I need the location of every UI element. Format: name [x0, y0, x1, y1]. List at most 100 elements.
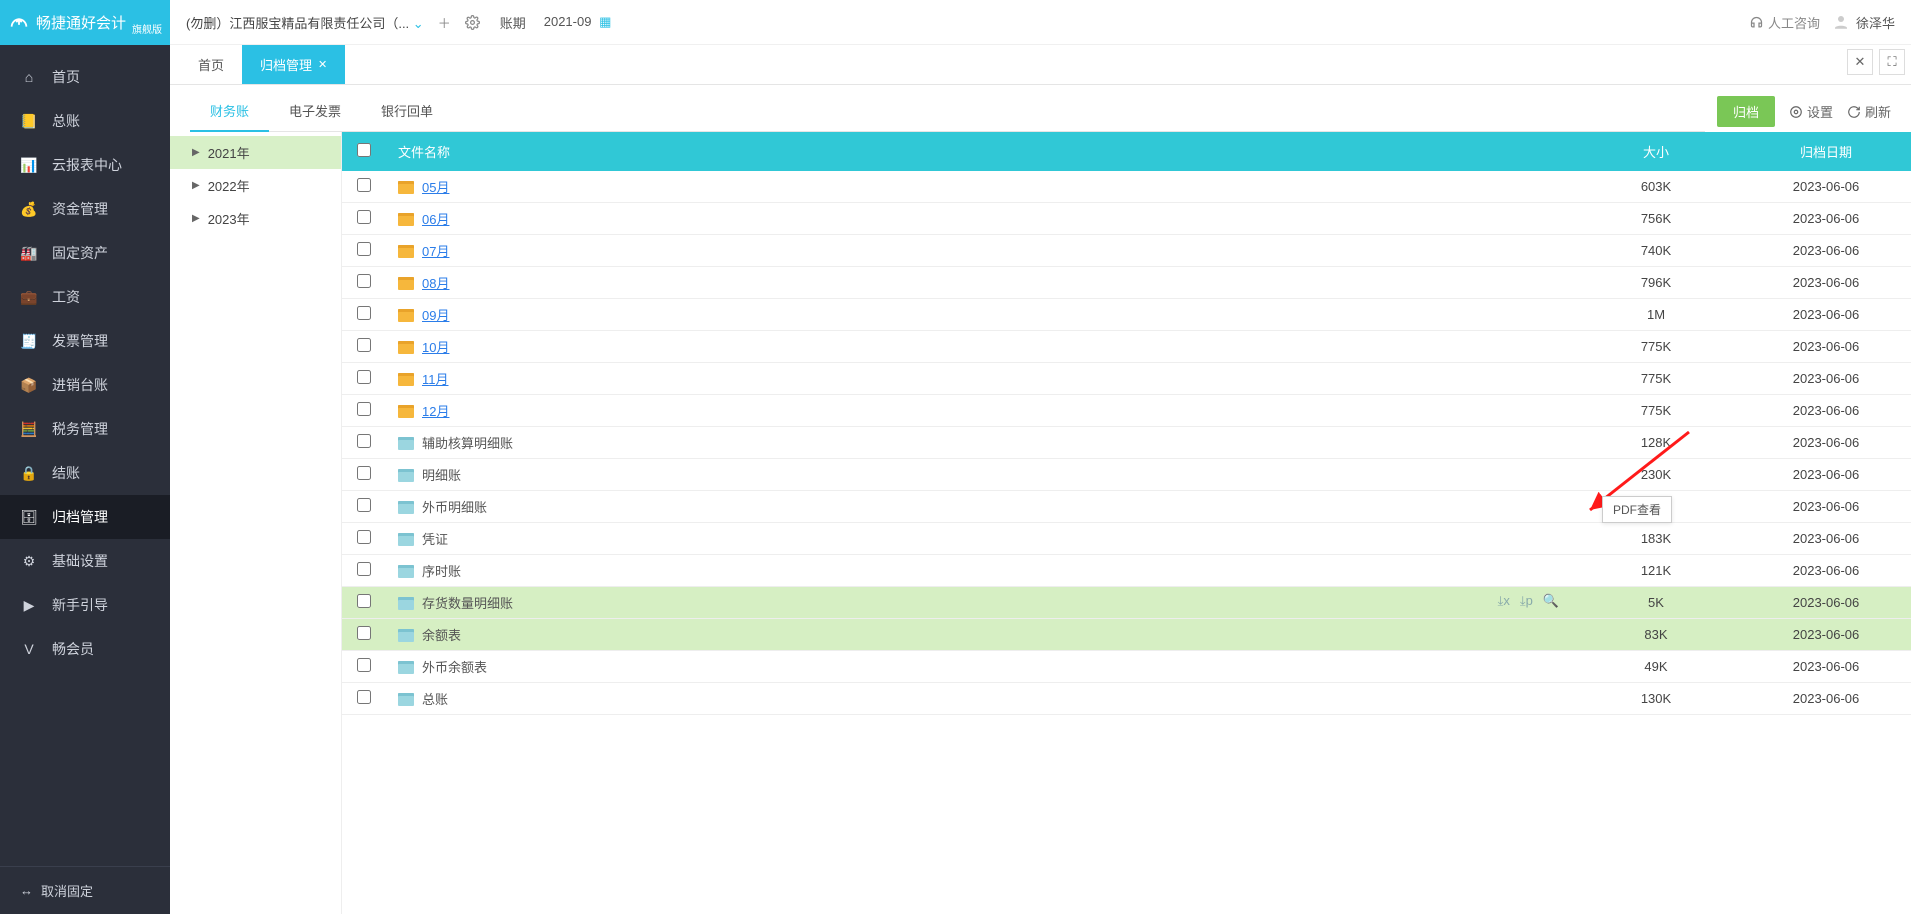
select-all-checkbox[interactable]: [357, 143, 371, 157]
archive-date: 2023-06-06: [1741, 171, 1911, 203]
row-checkbox[interactable]: [357, 498, 371, 512]
tab-home[interactable]: 首页: [180, 45, 242, 84]
file-name-link[interactable]: 存货数量明细账: [422, 596, 513, 611]
window-close-button[interactable]: ✕: [1847, 49, 1873, 75]
sidebar-item-9[interactable]: 🔒结账: [0, 451, 170, 495]
sidebar-item-12[interactable]: ▶新手引导: [0, 583, 170, 627]
file-size: 130K: [1571, 683, 1741, 715]
table-row: 12月775K2023-06-06: [342, 395, 1911, 427]
row-checkbox[interactable]: [357, 370, 371, 384]
file-name-link[interactable]: 07月: [422, 244, 449, 259]
row-checkbox[interactable]: [357, 402, 371, 416]
row-checkbox[interactable]: [357, 594, 371, 608]
consult-button[interactable]: 人工咨询: [1749, 13, 1820, 32]
sidebar-item-8[interactable]: 🧮税务管理: [0, 407, 170, 451]
sidebar-item-3[interactable]: 💰资金管理: [0, 187, 170, 231]
settings-link[interactable]: 设置: [1789, 102, 1833, 121]
period-picker[interactable]: 2021-09 ▦: [544, 14, 612, 30]
user-menu[interactable]: 徐泽华: [1832, 13, 1895, 32]
archive-date: 2023-06-06: [1741, 331, 1911, 363]
row-checkbox[interactable]: [357, 274, 371, 288]
file-name-link[interactable]: 10月: [422, 340, 449, 355]
sidebar-item-11[interactable]: ⚙基础设置: [0, 539, 170, 583]
sidebar-item-13[interactable]: V畅会员: [0, 627, 170, 671]
file-name-link[interactable]: 辅助核算明细账: [422, 436, 513, 451]
sidebar-item-0[interactable]: ⌂首页: [0, 55, 170, 99]
nav-icon: 🔒: [20, 465, 38, 482]
file-name-link[interactable]: 11月: [422, 372, 449, 387]
sidebar-item-2[interactable]: 📊云报表中心: [0, 143, 170, 187]
file-name-link[interactable]: 余额表: [422, 628, 461, 643]
nav-icon: 🗄: [20, 509, 38, 526]
row-checkbox[interactable]: [357, 178, 371, 192]
row-checkbox[interactable]: [357, 466, 371, 480]
subtab-0[interactable]: 财务账: [190, 91, 269, 132]
archive-date: 2023-06-06: [1741, 491, 1911, 523]
row-checkbox[interactable]: [357, 210, 371, 224]
tree-year-2023年[interactable]: ▶2023年: [170, 202, 341, 235]
tab-archive-management[interactable]: 归档管理 ✕: [242, 45, 345, 84]
tree-year-2022年[interactable]: ▶2022年: [170, 169, 341, 202]
company-settings-button[interactable]: [465, 15, 480, 30]
row-checkbox[interactable]: [357, 306, 371, 320]
row-checkbox[interactable]: [357, 658, 371, 672]
file-name-link[interactable]: 06月: [422, 212, 449, 227]
nav-icon: 🧾: [20, 333, 38, 350]
topbar: (勿删）江西服宝精品有限责任公司（... ⌄ ＋ 账期 2021-09 ▦ 人工…: [170, 0, 1911, 45]
file-icon: [398, 501, 414, 514]
file-icon: [398, 597, 414, 610]
file-name-link[interactable]: 外币明细账: [422, 500, 487, 515]
folder-icon: [398, 181, 414, 194]
row-checkbox[interactable]: [357, 562, 371, 576]
row-checkbox[interactable]: [357, 530, 371, 544]
company-selector[interactable]: (勿删）江西服宝精品有限责任公司（... ⌄: [186, 13, 424, 32]
file-size: 49K: [1571, 651, 1741, 683]
archive-date: 2023-06-06: [1741, 267, 1911, 299]
row-checkbox[interactable]: [357, 338, 371, 352]
tree-year-label: 2021年: [208, 143, 250, 162]
download-pdf-icon[interactable]: ⤓p: [1520, 593, 1533, 609]
refresh-link[interactable]: 刷新: [1847, 102, 1891, 121]
file-name-link[interactable]: 序时账: [422, 564, 461, 579]
nav-icon: 💰: [20, 201, 38, 218]
nav: ⌂首页📒总账📊云报表中心💰资金管理🏭固定资产💼工资 🧾 发票管理 📦进销台账🧮税务管理…: [0, 45, 170, 866]
add-company-button[interactable]: ＋: [438, 13, 451, 32]
file-name-link[interactable]: 外币余额表: [422, 660, 487, 675]
sidebar-item-1[interactable]: 📒总账: [0, 99, 170, 143]
row-checkbox[interactable]: [357, 434, 371, 448]
file-name-link[interactable]: 09月: [422, 308, 449, 323]
archive-date: 2023-06-06: [1741, 235, 1911, 267]
sidebar-item-5[interactable]: 💼工资: [0, 275, 170, 319]
table-row: 明细账230K2023-06-06: [342, 459, 1911, 491]
window-fullscreen-button[interactable]: ⛶: [1879, 49, 1905, 75]
file-name-link[interactable]: 05月: [422, 180, 449, 195]
file-name-link[interactable]: 08月: [422, 276, 449, 291]
sidebar-item-label: 发票管理: [52, 331, 108, 351]
file-name-link[interactable]: 总账: [422, 692, 448, 707]
file-name-link[interactable]: 12月: [422, 404, 449, 419]
sidebar-item-6[interactable]: 🧾 发票管理: [0, 319, 170, 363]
download-excel-icon[interactable]: ⤓x: [1498, 593, 1510, 609]
page-tabs: 首页 归档管理 ✕ ✕ ⛶: [170, 45, 1911, 85]
sidebar-item-label: 新手引导: [52, 595, 108, 615]
close-icon[interactable]: ✕: [318, 58, 327, 71]
tab-archive-label: 归档管理: [260, 55, 312, 74]
nav-icon: ⌂: [20, 69, 38, 85]
sidebar-item-10[interactable]: 🗄归档管理: [0, 495, 170, 539]
subtab-2[interactable]: 银行回单: [361, 91, 453, 132]
row-checkbox[interactable]: [357, 242, 371, 256]
tree-year-2021年[interactable]: ▶2021年: [170, 136, 341, 169]
row-checkbox[interactable]: [357, 690, 371, 704]
archive-button[interactable]: 归档: [1717, 96, 1775, 127]
sidebar-unpin[interactable]: ↔ 取消固定: [0, 866, 170, 914]
file-name-link[interactable]: 凭证: [422, 532, 448, 547]
row-checkbox[interactable]: [357, 626, 371, 640]
sidebar-item-7[interactable]: 📦进销台账: [0, 363, 170, 407]
folder-icon: [398, 373, 414, 386]
pdf-view-icon[interactable]: 🔍: [1543, 593, 1559, 609]
file-name-link[interactable]: 明细账: [422, 468, 461, 483]
file-size: 183K: [1571, 523, 1741, 555]
subtab-1[interactable]: 电子发票: [269, 91, 361, 132]
sidebar-item-4[interactable]: 🏭固定资产: [0, 231, 170, 275]
table-row: 外币余额表49K2023-06-06: [342, 651, 1911, 683]
